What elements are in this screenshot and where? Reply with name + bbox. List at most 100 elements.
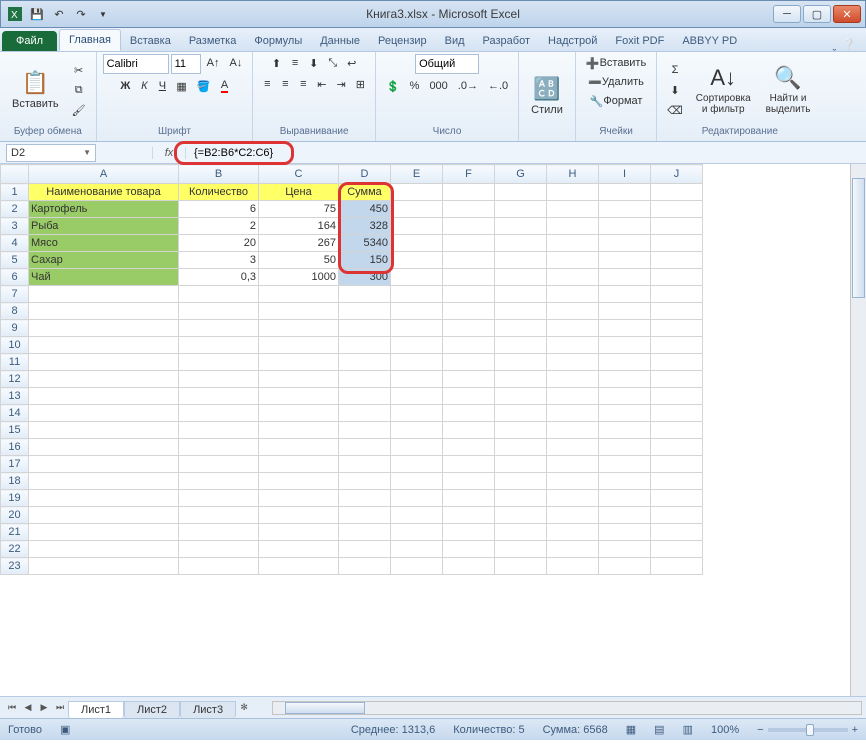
- cell-F14[interactable]: [443, 405, 495, 422]
- cell-D20[interactable]: [339, 507, 391, 524]
- cell-I10[interactable]: [599, 337, 651, 354]
- styles-button[interactable]: 🔠 Стили: [525, 74, 569, 118]
- cell-D21[interactable]: [339, 524, 391, 541]
- cell-B2[interactable]: 6: [179, 201, 259, 218]
- increase-decimal-icon[interactable]: .0→: [454, 77, 482, 95]
- cell-G16[interactable]: [495, 439, 547, 456]
- minimize-ribbon-icon[interactable]: ˬ: [833, 39, 837, 51]
- tab-insert[interactable]: Вставка: [121, 31, 180, 51]
- format-cells-button[interactable]: 🔧 Формат: [586, 92, 647, 110]
- cell-H4[interactable]: [547, 235, 599, 252]
- cell-E2[interactable]: [391, 201, 443, 218]
- font-color-icon[interactable]: A: [216, 77, 232, 95]
- cell-H5[interactable]: [547, 252, 599, 269]
- cell-A18[interactable]: [29, 473, 179, 490]
- cell-C6[interactable]: 1000: [259, 269, 339, 286]
- row-header-8[interactable]: 8: [1, 303, 29, 320]
- cell-F2[interactable]: [443, 201, 495, 218]
- cell-G17[interactable]: [495, 456, 547, 473]
- cell-J18[interactable]: [651, 473, 703, 490]
- row-header-6[interactable]: 6: [1, 269, 29, 286]
- cell-G14[interactable]: [495, 405, 547, 422]
- cell-E9[interactable]: [391, 320, 443, 337]
- cell-E17[interactable]: [391, 456, 443, 473]
- align-left-icon[interactable]: ≡: [259, 75, 275, 93]
- row-header-10[interactable]: 10: [1, 337, 29, 354]
- cell-H9[interactable]: [547, 320, 599, 337]
- cell-A11[interactable]: [29, 354, 179, 371]
- row-header-3[interactable]: 3: [1, 218, 29, 235]
- cell-J22[interactable]: [651, 541, 703, 558]
- maximize-button[interactable]: ▢: [803, 5, 831, 23]
- cell-I19[interactable]: [599, 490, 651, 507]
- decrease-font-icon[interactable]: A↓: [225, 54, 246, 72]
- cell-A8[interactable]: [29, 303, 179, 320]
- col-header-A[interactable]: A: [29, 165, 179, 184]
- cell-G1[interactable]: [495, 184, 547, 201]
- cell-A3[interactable]: Рыба: [29, 218, 179, 235]
- zoom-out-icon[interactable]: −: [757, 724, 763, 736]
- cell-D13[interactable]: [339, 388, 391, 405]
- cell-F4[interactable]: [443, 235, 495, 252]
- fx-button[interactable]: fx: [152, 147, 186, 159]
- cell-G8[interactable]: [495, 303, 547, 320]
- cell-D12[interactable]: [339, 371, 391, 388]
- cell-A23[interactable]: [29, 558, 179, 575]
- col-header-E[interactable]: E: [391, 165, 443, 184]
- cell-G19[interactable]: [495, 490, 547, 507]
- tab-developer[interactable]: Разработ: [474, 31, 539, 51]
- cell-G2[interactable]: [495, 201, 547, 218]
- cell-B5[interactable]: 3: [179, 252, 259, 269]
- vertical-scrollbar[interactable]: [850, 164, 866, 696]
- cell-I4[interactable]: [599, 235, 651, 252]
- cell-I6[interactable]: [599, 269, 651, 286]
- cell-F20[interactable]: [443, 507, 495, 524]
- cell-A22[interactable]: [29, 541, 179, 558]
- row-header-21[interactable]: 21: [1, 524, 29, 541]
- delete-cells-button[interactable]: ➖ Удалить: [584, 73, 648, 91]
- cell-A5[interactable]: Сахар: [29, 252, 179, 269]
- cell-C16[interactable]: [259, 439, 339, 456]
- cell-B4[interactable]: 20: [179, 235, 259, 252]
- number-format-combo[interactable]: [415, 54, 479, 74]
- align-right-icon[interactable]: ≡: [295, 75, 311, 93]
- sheet-nav-prev-icon[interactable]: ◀: [20, 700, 36, 716]
- cell-H7[interactable]: [547, 286, 599, 303]
- border-icon[interactable]: ▦: [172, 77, 190, 95]
- cell-D6[interactable]: 300: [339, 269, 391, 286]
- cell-I13[interactable]: [599, 388, 651, 405]
- row-header-7[interactable]: 7: [1, 286, 29, 303]
- cell-E10[interactable]: [391, 337, 443, 354]
- cell-E1[interactable]: [391, 184, 443, 201]
- cell-F10[interactable]: [443, 337, 495, 354]
- cell-J13[interactable]: [651, 388, 703, 405]
- sheet-nav-next-icon[interactable]: ▶: [36, 700, 52, 716]
- cell-J5[interactable]: [651, 252, 703, 269]
- file-tab[interactable]: Файл: [2, 31, 57, 51]
- row-header-5[interactable]: 5: [1, 252, 29, 269]
- cell-D18[interactable]: [339, 473, 391, 490]
- cell-G7[interactable]: [495, 286, 547, 303]
- row-header-20[interactable]: 20: [1, 507, 29, 524]
- cell-B20[interactable]: [179, 507, 259, 524]
- cell-J6[interactable]: [651, 269, 703, 286]
- cell-G12[interactable]: [495, 371, 547, 388]
- col-header-C[interactable]: C: [259, 165, 339, 184]
- cell-D17[interactable]: [339, 456, 391, 473]
- cell-C17[interactable]: [259, 456, 339, 473]
- cell-D1[interactable]: Сумма: [339, 184, 391, 201]
- cell-I11[interactable]: [599, 354, 651, 371]
- cell-F3[interactable]: [443, 218, 495, 235]
- cell-B12[interactable]: [179, 371, 259, 388]
- row-header-15[interactable]: 15: [1, 422, 29, 439]
- sheet-nav-first-icon[interactable]: ⏮: [4, 700, 20, 716]
- cell-G18[interactable]: [495, 473, 547, 490]
- tab-review[interactable]: Рецензир: [369, 31, 436, 51]
- view-normal-icon[interactable]: ▦: [626, 723, 636, 736]
- tab-home[interactable]: Главная: [59, 29, 121, 51]
- cell-I22[interactable]: [599, 541, 651, 558]
- wrap-text-icon[interactable]: ↩: [343, 54, 360, 72]
- cell-B11[interactable]: [179, 354, 259, 371]
- cell-A20[interactable]: [29, 507, 179, 524]
- cell-H11[interactable]: [547, 354, 599, 371]
